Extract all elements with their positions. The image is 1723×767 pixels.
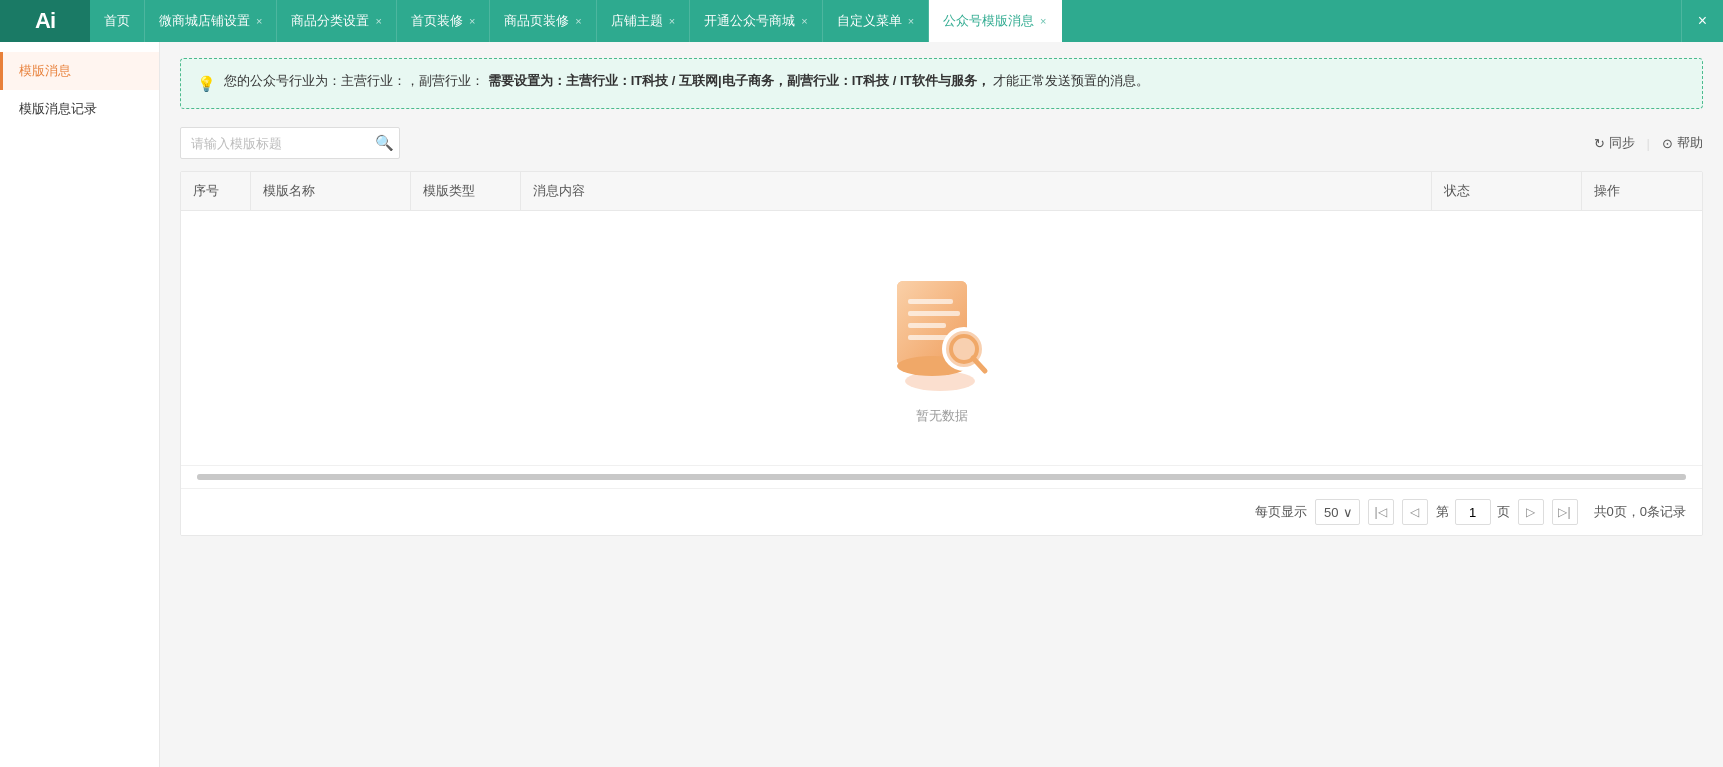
svg-rect-4 bbox=[908, 299, 953, 304]
sidebar-item-template-record[interactable]: 模版消息记录 bbox=[0, 90, 159, 128]
tab-store-theme[interactable]: 店铺主题× bbox=[597, 0, 690, 42]
empty-state: 暂无数据 bbox=[181, 211, 1702, 465]
page-input-wrap: 第 页 bbox=[1436, 499, 1510, 525]
page-unit: 页 bbox=[1497, 503, 1510, 521]
content-area: 💡 您的公众号行业为：主营行业：，副营行业： 需要设置为：主营行业：IT科技 /… bbox=[160, 42, 1723, 767]
per-page-select[interactable]: 50 ∨ bbox=[1315, 499, 1359, 525]
search-actions: ↻ 同步 | ⊙ 帮助 bbox=[1594, 134, 1703, 152]
total-info: 共0页，0条记录 bbox=[1594, 503, 1686, 521]
tab-category-settings[interactable]: 商品分类设置× bbox=[277, 0, 396, 42]
empty-illustration bbox=[882, 271, 1002, 391]
search-bar: 🔍 ↻ 同步 | ⊙ 帮助 bbox=[180, 127, 1703, 159]
page-label: 第 bbox=[1436, 503, 1449, 521]
close-all-button[interactable]: × bbox=[1681, 0, 1723, 42]
next-page-button[interactable]: ▷ bbox=[1518, 499, 1544, 525]
scrollbar-thumb[interactable] bbox=[197, 474, 1686, 480]
sidebar: 模版消息 模版消息记录 bbox=[0, 42, 160, 767]
empty-text: 暂无数据 bbox=[916, 407, 968, 425]
first-page-button[interactable]: |◁ bbox=[1368, 499, 1394, 525]
notice-banner: 💡 您的公众号行业为：主营行业：，副营行业： 需要设置为：主营行业：IT科技 /… bbox=[180, 58, 1703, 109]
table-header: 序号 模版名称 模版类型 消息内容 状态 操作 bbox=[181, 172, 1702, 211]
tab-custom-menu[interactable]: 自定义菜单× bbox=[823, 0, 929, 42]
tab-close-product-decor[interactable]: × bbox=[575, 15, 581, 27]
col-action: 操作 bbox=[1582, 172, 1702, 210]
app-logo: Ai bbox=[0, 0, 90, 42]
col-status: 状态 bbox=[1432, 172, 1582, 210]
pagination: 每页显示 50 ∨ |◁ ◁ 第 页 ▷ ▷| 共0页，0条记录 bbox=[181, 488, 1702, 535]
tab-close-category-settings[interactable]: × bbox=[375, 15, 381, 27]
topbar: Ai 首页微商城店铺设置×商品分类设置×首页装修×商品页装修×店铺主题×开通公众… bbox=[0, 0, 1723, 42]
prev-page-button[interactable]: ◁ bbox=[1402, 499, 1428, 525]
tab-template-msg[interactable]: 公众号模版消息× bbox=[929, 0, 1061, 42]
tab-product-decor[interactable]: 商品页装修× bbox=[490, 0, 596, 42]
notice-icon: 💡 bbox=[197, 72, 216, 96]
search-button[interactable]: 🔍 bbox=[368, 127, 400, 159]
tab-list: 首页微商城店铺设置×商品分类设置×首页装修×商品页装修×店铺主题×开通公众号商城… bbox=[90, 0, 1681, 42]
svg-rect-5 bbox=[908, 311, 960, 316]
help-icon: ⊙ bbox=[1662, 136, 1673, 151]
sync-button[interactable]: ↻ 同步 bbox=[1594, 134, 1635, 152]
page-input[interactable] bbox=[1455, 499, 1491, 525]
tab-home-decor[interactable]: 首页装修× bbox=[397, 0, 490, 42]
table-scrollbar[interactable] bbox=[181, 465, 1702, 488]
tab-close-home-decor[interactable]: × bbox=[469, 15, 475, 27]
empty-icon bbox=[882, 271, 1002, 391]
notice-text: 您的公众号行业为：主营行业：，副营行业： 需要设置为：主营行业：IT科技 / 互… bbox=[224, 71, 1149, 92]
tab-close-custom-menu[interactable]: × bbox=[908, 15, 914, 27]
col-index: 序号 bbox=[181, 172, 251, 210]
tab-open-mall[interactable]: 开通公众号商城× bbox=[690, 0, 822, 42]
col-name: 模版名称 bbox=[251, 172, 411, 210]
data-table: 序号 模版名称 模版类型 消息内容 状态 操作 bbox=[180, 171, 1703, 536]
main-layout: 模版消息 模版消息记录 💡 您的公众号行业为：主营行业：，副营行业： 需要设置为… bbox=[0, 42, 1723, 767]
col-content: 消息内容 bbox=[521, 172, 1432, 210]
tab-close-store-theme[interactable]: × bbox=[669, 15, 675, 27]
search-input-wrap: 🔍 bbox=[180, 127, 400, 159]
search-input[interactable] bbox=[180, 127, 400, 159]
tab-store-settings[interactable]: 微商城店铺设置× bbox=[145, 0, 277, 42]
tab-close-store-settings[interactable]: × bbox=[256, 15, 262, 27]
last-page-button[interactable]: ▷| bbox=[1552, 499, 1578, 525]
sidebar-item-template-message[interactable]: 模版消息 bbox=[0, 52, 159, 90]
sync-icon: ↻ bbox=[1594, 136, 1605, 151]
tab-close-template-msg[interactable]: × bbox=[1040, 15, 1046, 27]
per-page-label: 每页显示 bbox=[1255, 503, 1307, 521]
chevron-down-icon: ∨ bbox=[1343, 505, 1353, 520]
tab-close-open-mall[interactable]: × bbox=[801, 15, 807, 27]
action-divider: | bbox=[1647, 136, 1650, 151]
col-type: 模版类型 bbox=[411, 172, 521, 210]
tab-home[interactable]: 首页 bbox=[90, 0, 145, 42]
svg-rect-6 bbox=[908, 323, 946, 328]
help-button[interactable]: ⊙ 帮助 bbox=[1662, 134, 1703, 152]
scrollbar-track[interactable] bbox=[197, 474, 1686, 480]
